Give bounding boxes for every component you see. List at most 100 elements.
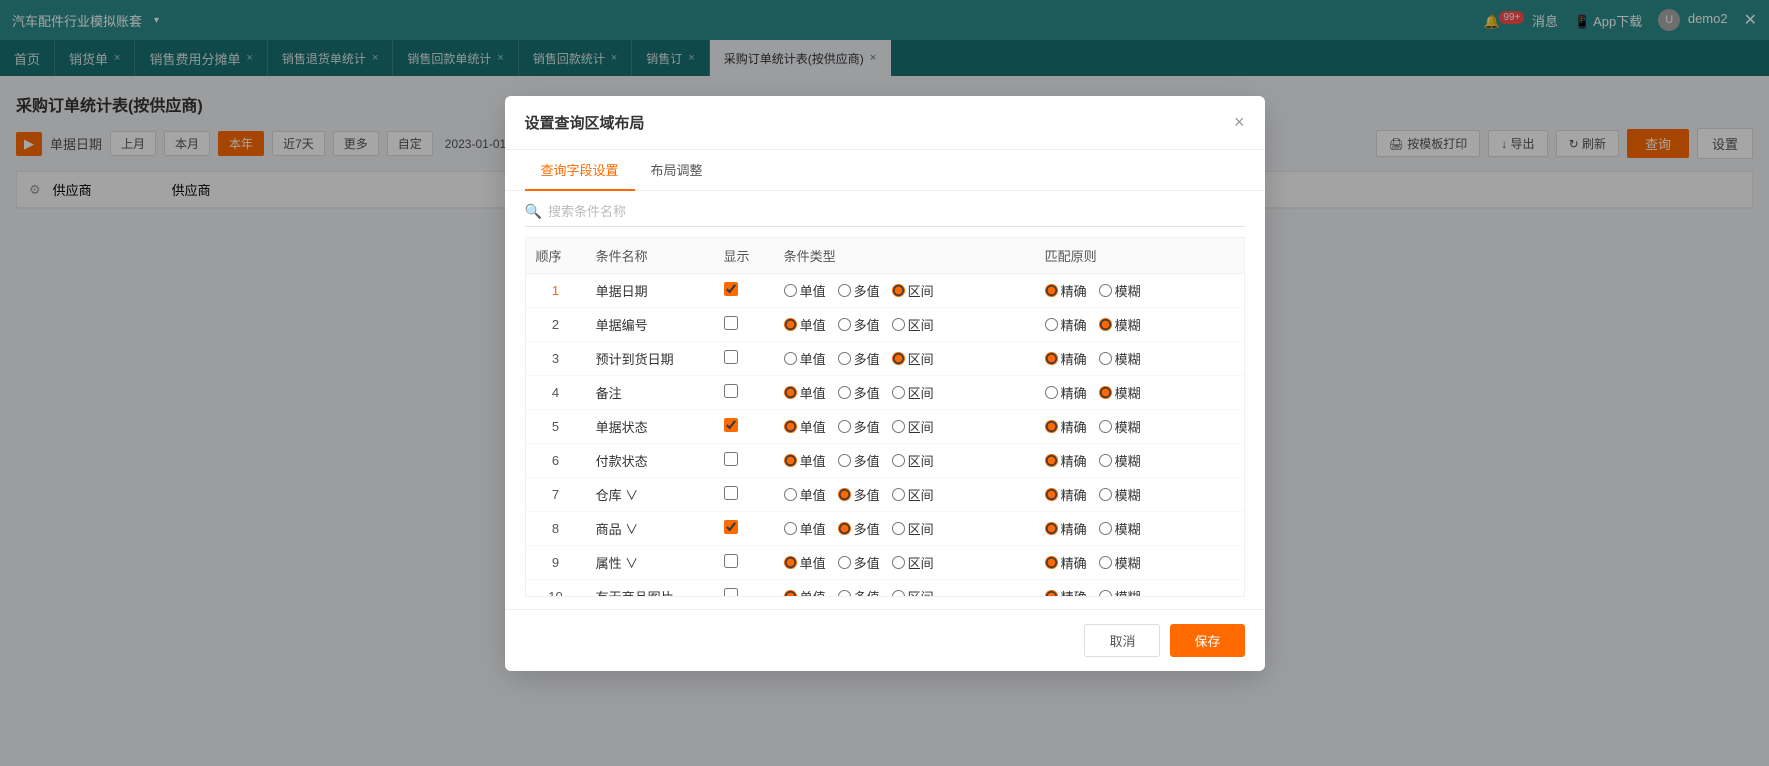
row-display[interactable]: [714, 375, 774, 409]
row-match[interactable]: 精确模糊: [1035, 341, 1244, 375]
fields-table-scroll[interactable]: 顺序 条件名称 显示 条件类型 匹配原则 1单据日期单值多值区间精确模糊2单据编…: [525, 237, 1245, 597]
match-radio-item[interactable]: 精确: [1045, 451, 1087, 470]
type-radio-item[interactable]: 单值: [784, 485, 826, 504]
type-radio-item[interactable]: 单值: [784, 451, 826, 470]
type-radio-item[interactable]: 多值: [838, 349, 880, 368]
row-type[interactable]: 单值多值区间: [774, 545, 1035, 579]
type-radio-item[interactable]: 多值: [838, 553, 880, 572]
type-radio-item[interactable]: 区间: [892, 485, 934, 504]
row-match[interactable]: 精确 模糊: [1035, 579, 1244, 597]
type-radio-item[interactable]: 单值: [784, 315, 826, 334]
type-radio-item[interactable]: 区间: [892, 383, 934, 402]
type-radio-item[interactable]: 区间: [892, 417, 934, 436]
match-radio-item[interactable]: 精确: [1045, 587, 1087, 597]
th-match: 匹配原则: [1035, 238, 1244, 274]
row-match[interactable]: 精确模糊: [1035, 545, 1244, 579]
type-radio-item[interactable]: 多值: [838, 451, 880, 470]
row-match[interactable]: 精确模糊: [1035, 375, 1244, 409]
type-radio-item[interactable]: 区间: [892, 349, 934, 368]
display-checkbox[interactable]: [724, 418, 738, 432]
row-display[interactable]: [714, 477, 774, 511]
display-checkbox[interactable]: [724, 520, 738, 534]
match-radio-item[interactable]: 精确: [1045, 553, 1087, 572]
search-input[interactable]: [548, 204, 748, 219]
row-match[interactable]: 精确模糊: [1035, 307, 1244, 341]
type-radio-item[interactable]: 多值: [838, 587, 880, 597]
type-radio-item[interactable]: 区间: [892, 553, 934, 572]
match-radio-item[interactable]: 模糊: [1099, 519, 1141, 538]
type-radio-item[interactable]: 单值: [784, 519, 826, 538]
row-display[interactable]: [714, 579, 774, 597]
row-type[interactable]: 单值多值区间: [774, 443, 1035, 477]
match-radio-item[interactable]: 模糊: [1099, 587, 1141, 597]
match-radio-item[interactable]: 精确: [1045, 315, 1087, 334]
row-match[interactable]: 精确模糊: [1035, 409, 1244, 443]
type-radio-item[interactable]: 多值: [838, 281, 880, 300]
type-radio-item[interactable]: 区间: [892, 315, 934, 334]
match-radio-item[interactable]: 模糊: [1099, 383, 1141, 402]
match-radio-item[interactable]: 模糊: [1099, 349, 1141, 368]
type-radio-item[interactable]: 区间: [892, 519, 934, 538]
match-radio-item[interactable]: 精确: [1045, 519, 1087, 538]
display-checkbox[interactable]: [724, 350, 738, 364]
row-display[interactable]: [714, 341, 774, 375]
row-match[interactable]: 精确模糊: [1035, 511, 1244, 545]
type-radio-item[interactable]: 单值: [784, 349, 826, 368]
match-radio-item[interactable]: 模糊: [1099, 315, 1141, 334]
display-checkbox[interactable]: [724, 554, 738, 568]
match-radio-item[interactable]: 模糊: [1099, 281, 1141, 300]
type-radio-item[interactable]: 区间: [892, 587, 934, 597]
type-radio-item[interactable]: 多值: [838, 485, 880, 504]
row-type[interactable]: 单值多值区间: [774, 375, 1035, 409]
row-display[interactable]: [714, 273, 774, 307]
row-display[interactable]: [714, 511, 774, 545]
cancel-button[interactable]: 取消: [1084, 624, 1160, 657]
row-name: 单据状态: [586, 409, 714, 443]
type-radio-item[interactable]: 多值: [838, 417, 880, 436]
row-type[interactable]: 单值多值区间: [774, 341, 1035, 375]
row-type[interactable]: 单值多值区间: [774, 273, 1035, 307]
dialog-close-button[interactable]: ×: [1234, 113, 1245, 131]
save-button[interactable]: 保存: [1170, 624, 1244, 657]
row-display[interactable]: [714, 307, 774, 341]
display-checkbox[interactable]: [724, 384, 738, 398]
row-match[interactable]: 精确模糊: [1035, 273, 1244, 307]
type-radio-item[interactable]: 单值: [784, 553, 826, 572]
match-radio-item[interactable]: 精确: [1045, 383, 1087, 402]
match-radio-item[interactable]: 精确: [1045, 281, 1087, 300]
dialog-tab-fields[interactable]: 查询字段设置: [525, 150, 635, 191]
type-radio-item[interactable]: 单值: [784, 281, 826, 300]
type-radio-item[interactable]: 单值: [784, 417, 826, 436]
row-match[interactable]: 精确模糊: [1035, 477, 1244, 511]
match-radio-item[interactable]: 模糊: [1099, 417, 1141, 436]
display-checkbox[interactable]: [724, 282, 738, 296]
type-radio-item[interactable]: 单值: [784, 587, 826, 597]
display-checkbox[interactable]: [724, 452, 738, 466]
row-type[interactable]: 单值多值区间: [774, 511, 1035, 545]
row-order: 9: [526, 545, 586, 579]
row-display[interactable]: [714, 545, 774, 579]
row-type[interactable]: 单值多值区间: [774, 409, 1035, 443]
match-radio-item[interactable]: 精确: [1045, 349, 1087, 368]
row-display[interactable]: [714, 443, 774, 477]
type-radio-item[interactable]: 多值: [838, 315, 880, 334]
row-type[interactable]: 单值多值区间: [774, 477, 1035, 511]
type-radio-item[interactable]: 区间: [892, 281, 934, 300]
display-checkbox[interactable]: [724, 588, 738, 597]
match-radio-item[interactable]: 模糊: [1099, 553, 1141, 572]
type-radio-item[interactable]: 单值: [784, 383, 826, 402]
dialog-tab-layout[interactable]: 布局调整: [635, 150, 719, 191]
type-radio-item[interactable]: 多值: [838, 383, 880, 402]
row-match[interactable]: 精确模糊: [1035, 443, 1244, 477]
type-radio-item[interactable]: 多值: [838, 519, 880, 538]
match-radio-item[interactable]: 模糊: [1099, 451, 1141, 470]
display-checkbox[interactable]: [724, 316, 738, 330]
row-type[interactable]: 单值多值区间: [774, 307, 1035, 341]
match-radio-item[interactable]: 模糊: [1099, 485, 1141, 504]
display-checkbox[interactable]: [724, 486, 738, 500]
type-radio-item[interactable]: 区间: [892, 451, 934, 470]
row-display[interactable]: [714, 409, 774, 443]
match-radio-item[interactable]: 精确: [1045, 485, 1087, 504]
match-radio-item[interactable]: 精确: [1045, 417, 1087, 436]
row-type[interactable]: 单值 多值 区间: [774, 579, 1035, 597]
